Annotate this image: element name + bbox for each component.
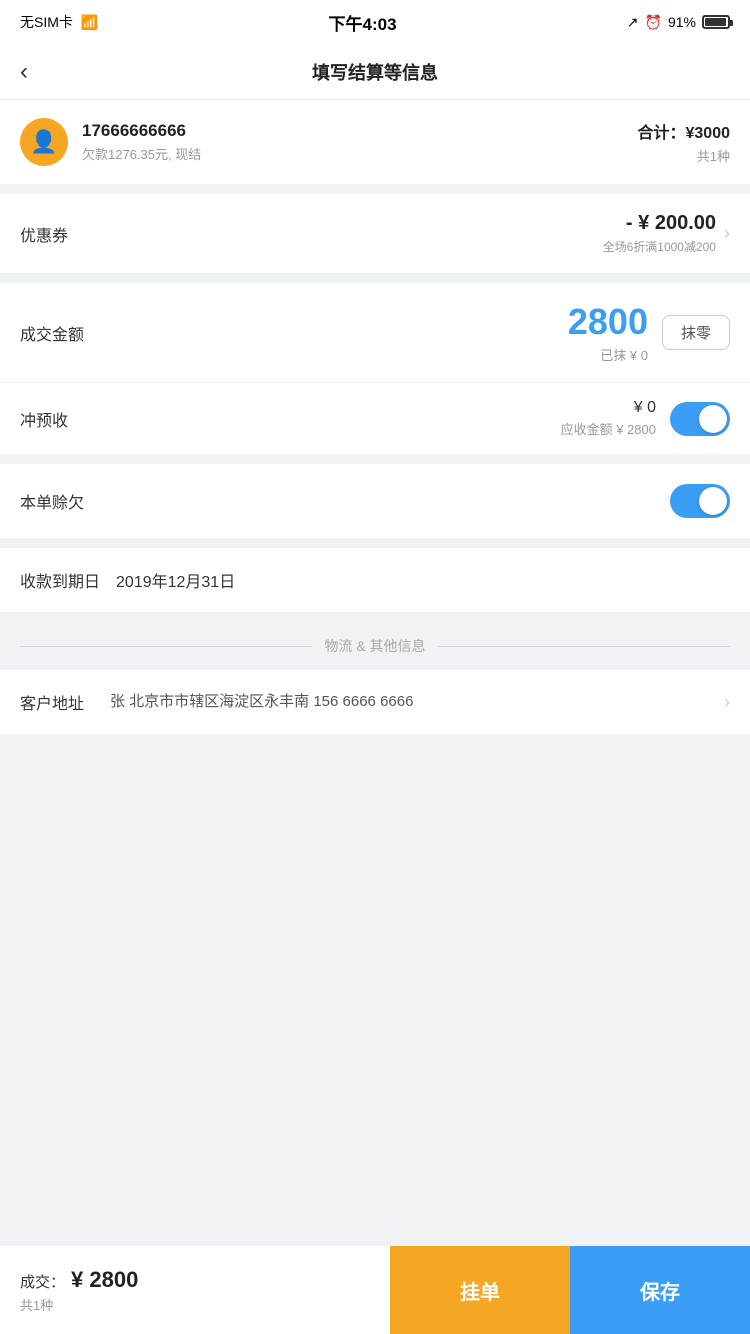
debt-toggle-card: 本单赊欠 — [0, 464, 750, 538]
address-card[interactable]: 客户地址 张 北京市市辖区海淀区永丰南 156 6666 6666 › — [0, 670, 750, 734]
prepaid-label: 冲预收 — [20, 407, 68, 431]
prepaid-row: 冲预收 ¥ 0 应收金额 ¥ 2800 — [0, 382, 750, 454]
save-button[interactable]: 保存 — [570, 1246, 750, 1334]
prepaid-values: ¥ 0 应收金额 ¥ 2800 — [561, 399, 656, 438]
prepaid-sub: 应收金额 ¥ 2800 — [561, 419, 656, 438]
coupon-desc: 全场6折满1000减200 — [603, 238, 716, 255]
coupon-card: 优惠券 - ¥ 200.00 全场6折满1000减200 › — [0, 194, 750, 273]
address-chevron-icon: › — [724, 692, 730, 713]
user-right: 合计：¥3000 共1种 — [637, 119, 730, 165]
bottom-deal-amount: ¥ 2800 — [71, 1267, 138, 1293]
prepaid-right: ¥ 0 应收金额 ¥ 2800 — [561, 399, 730, 438]
amount-section: 成交金额 2800 已抹 ¥ 0 抹零 冲预收 ¥ 0 应收金额 ¥ 2800 — [0, 283, 750, 454]
alarm-icon: ⏰ — [645, 14, 662, 31]
back-button[interactable]: ‹ — [20, 58, 28, 86]
battery-icon — [702, 15, 730, 29]
chevron-right-icon: › — [724, 223, 730, 244]
location-icon: ↗ — [627, 14, 639, 31]
carrier-text: 无SIM卡 — [20, 12, 73, 32]
address-value: 张 北京市市辖区海淀区永丰南 156 6666 6666 — [100, 691, 724, 714]
bottom-bar: 成交： ¥ 2800 共1种 挂单 保存 — [0, 1246, 750, 1334]
toggle-knob — [699, 405, 727, 433]
user-left: 👤 17666666666 欠款1276.35元, 现结 — [20, 118, 201, 166]
bottom-deal-label: 成交： — [20, 1271, 65, 1292]
coupon-right: - ¥ 200.00 全场6折满1000减200 › — [603, 212, 730, 255]
date-row: 收款到期日 2019年12月31日 — [20, 568, 730, 592]
coupon-label: 优惠券 — [20, 222, 68, 246]
divider-line-left — [20, 646, 312, 647]
battery-percent: 91% — [668, 14, 696, 30]
coupon-discount: - ¥ 200.00 — [603, 212, 716, 235]
due-date-card: 收款到期日 2019年12月31日 — [0, 548, 750, 612]
due-date-label: 收款到期日 — [20, 568, 100, 592]
total-amount: 合计：¥3000 — [637, 119, 730, 143]
status-right: ↗ ⏰ 91% — [627, 14, 730, 31]
debt-label: 本单赊欠 — [20, 489, 84, 513]
amount-row: 成交金额 2800 已抹 ¥ 0 抹零 — [0, 283, 750, 382]
address-label: 客户地址 — [20, 690, 100, 714]
coupon-row[interactable]: 优惠券 - ¥ 200.00 全场6折满1000减200 › — [0, 194, 750, 273]
nav-bar: ‹ 填写结算等信息 — [0, 44, 750, 100]
total-value: ¥3000 — [686, 125, 731, 142]
total-label: 合计： — [637, 125, 685, 142]
coupon-value: - ¥ 200.00 全场6折满1000减200 — [603, 212, 716, 255]
prepaid-toggle[interactable] — [670, 402, 730, 436]
avatar: 👤 — [20, 118, 68, 166]
debt-toggle-knob — [699, 487, 727, 515]
page-title: 填写结算等信息 — [312, 59, 438, 85]
deal-amount-value: 2800 — [568, 301, 648, 343]
user-sub-text: 欠款1276.35元, 现结 — [82, 144, 201, 163]
user-info: 17666666666 欠款1276.35元, 现结 — [82, 121, 201, 163]
bottom-deal-count: 共1种 — [20, 1295, 370, 1314]
amount-label: 成交金额 — [20, 321, 84, 345]
bottom-summary: 成交： ¥ 2800 共1种 — [0, 1267, 390, 1314]
user-card: 👤 17666666666 欠款1276.35元, 现结 合计：¥3000 共1… — [0, 100, 750, 184]
debt-toggle[interactable] — [670, 484, 730, 518]
status-left: 无SIM卡 📶 — [20, 12, 98, 32]
amount-value-group: 2800 已抹 ¥ 0 — [568, 301, 648, 364]
user-row: 👤 17666666666 欠款1276.35元, 现结 合计：¥3000 共1… — [0, 100, 750, 184]
content: 👤 17666666666 欠款1276.35元, 现结 合计：¥3000 共1… — [0, 100, 750, 884]
hold-button[interactable]: 挂单 — [390, 1246, 570, 1334]
round-zero-button[interactable]: 抹零 — [662, 315, 730, 350]
divider-line-right — [438, 646, 730, 647]
status-bar: 无SIM卡 📶 下午4:03 ↗ ⏰ 91% — [0, 0, 750, 44]
item-count: 共1种 — [637, 146, 730, 165]
amount-sub: 已抹 ¥ 0 — [568, 345, 648, 364]
bottom-deal-row: 成交： ¥ 2800 — [20, 1267, 370, 1293]
user-phone: 17666666666 — [82, 121, 201, 141]
amount-right: 2800 已抹 ¥ 0 抹零 — [568, 301, 730, 364]
due-date-value: 2019年12月31日 — [116, 568, 235, 592]
prepaid-value: ¥ 0 — [561, 399, 656, 417]
logistics-divider: 物流 & 其他信息 — [0, 622, 750, 670]
divider-text: 物流 & 其他信息 — [324, 636, 425, 656]
wifi-icon: 📶 — [81, 14, 98, 31]
status-time: 下午4:03 — [329, 10, 397, 35]
